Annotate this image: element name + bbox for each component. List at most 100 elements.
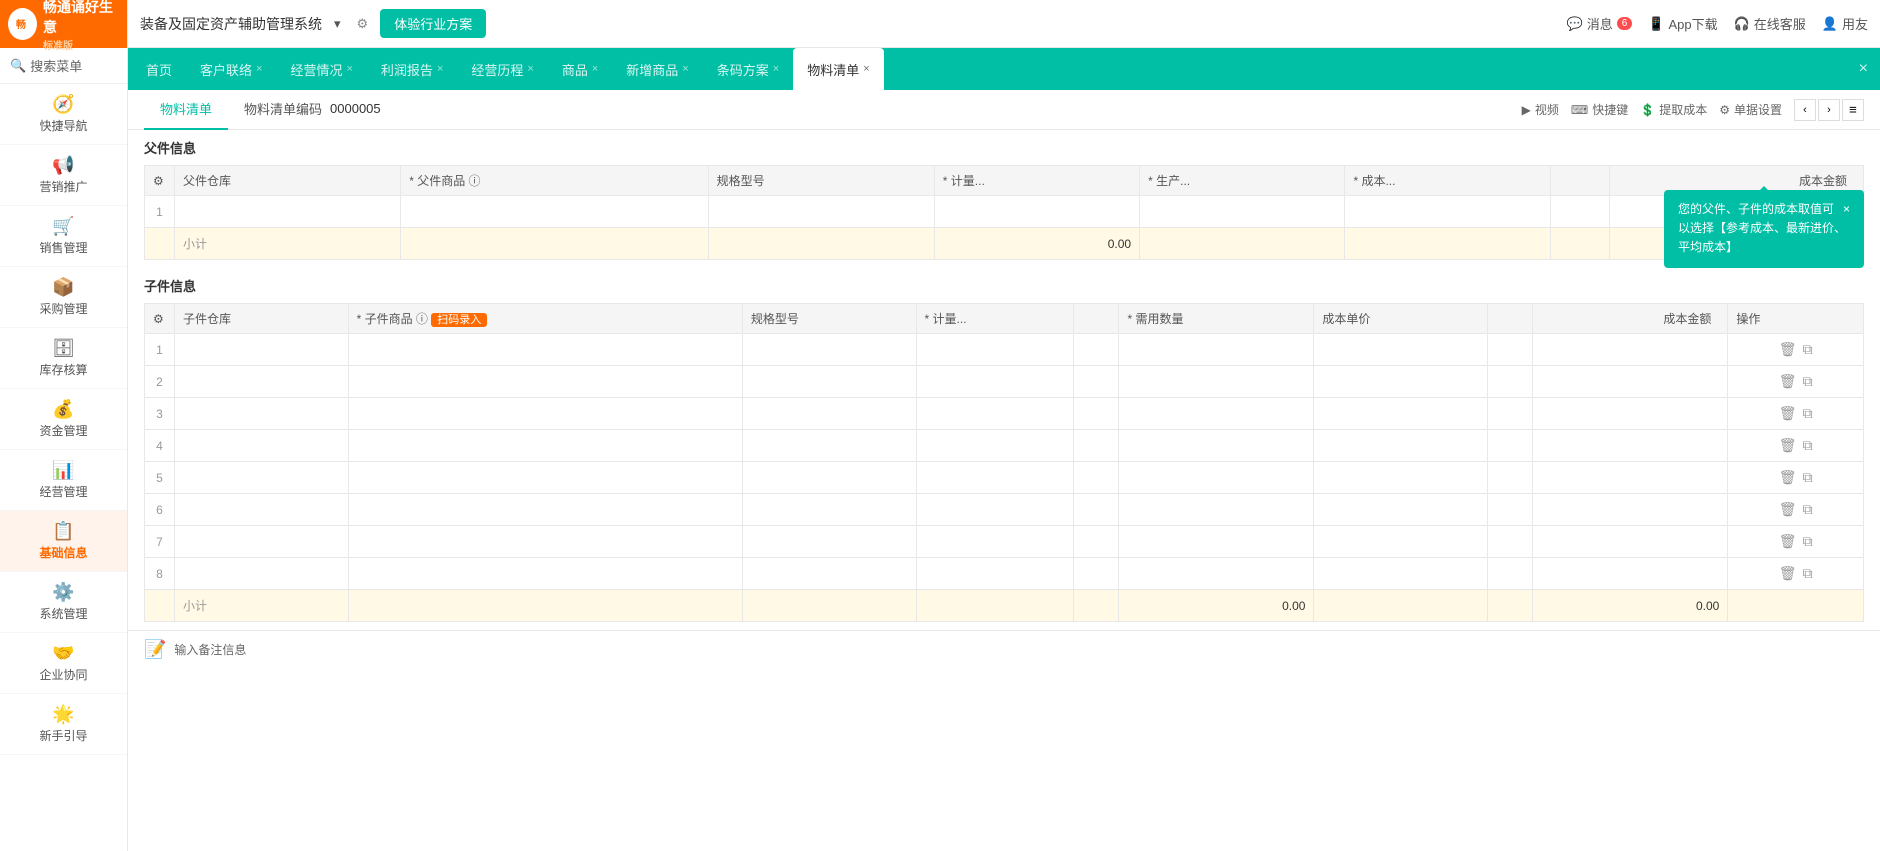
child-row-7-copy-icon[interactable]: ⧉ <box>1803 533 1813 550</box>
sidebar-item-basic-info[interactable]: 📋 基础信息 <box>0 511 127 572</box>
tab-goods[interactable]: 商品 × <box>548 48 612 90</box>
tab-operation-history[interactable]: 经营历程 × <box>457 48 547 90</box>
parent-row-1-production[interactable] <box>1140 196 1345 228</box>
parent-row-1-spec[interactable] <box>708 196 934 228</box>
view-button[interactable]: ▶ 视频 <box>1522 101 1559 118</box>
settings-button[interactable]: ⚙ 单据设置 <box>1719 101 1782 118</box>
nav-grid-btn[interactable]: ≡ <box>1842 99 1864 121</box>
child-row-4-copy-icon[interactable]: ⧉ <box>1803 437 1813 454</box>
sidebar-item-system[interactable]: ⚙️ 系统管理 <box>0 572 127 633</box>
search-menu[interactable]: 🔍 搜索菜单 <box>0 48 127 84</box>
scan-badge[interactable]: 扫码录入 <box>431 313 487 327</box>
parent-col-production: * 生产... <box>1140 166 1345 196</box>
close-goods-tab[interactable]: × <box>592 63 598 75</box>
app-download-label: App下载 <box>1668 14 1717 33</box>
parent-subtotal-row: 小计 0.00 0.00 <box>145 228 1864 260</box>
sidebar-item-label: 资金管理 <box>39 422 87 439</box>
sidebar-item-guide[interactable]: 🌟 新手引导 <box>0 694 127 755</box>
tab-bom[interactable]: 物料清单 × <box>793 48 883 90</box>
child-row-5-copy-icon[interactable]: ⧉ <box>1803 469 1813 486</box>
child-row-3-copy-icon[interactable]: ⧉ <box>1803 405 1813 422</box>
child-row-5-delete-icon[interactable]: 🗑 <box>1779 469 1797 486</box>
tab-profit[interactable]: 利润报告 × <box>367 48 457 90</box>
child-row-8-copy-icon[interactable]: ⧉ <box>1803 565 1813 582</box>
tab-add-goods[interactable]: 新增商品 × <box>612 48 702 90</box>
tab-customers[interactable]: 客户联络 × <box>186 48 276 90</box>
sidebar-item-sales[interactable]: 🛒 销售管理 <box>0 206 127 267</box>
child-row-1-qty[interactable] <box>1119 334 1314 366</box>
cost-button[interactable]: 💲 提取成本 <box>1640 101 1707 118</box>
nav-next-btn[interactable]: › <box>1818 99 1840 121</box>
sidebar-item-inventory[interactable]: 🗄 库存核算 <box>0 328 127 389</box>
child-row-1-warehouse[interactable] <box>175 334 349 366</box>
child-row-4-delete-icon[interactable]: 🗑 <box>1779 437 1797 454</box>
close-all-tabs[interactable]: × <box>1851 60 1876 78</box>
child-row-7-delete-icon[interactable]: 🗑 <box>1779 533 1797 550</box>
close-profit-tab[interactable]: × <box>437 63 443 75</box>
parent-info-section: 父件信息 ⚙ 父件仓库 * 父件商品 ⓘ 规格型号 * 计量... * 生产..… <box>128 130 1880 268</box>
nav-prev-btn[interactable]: ‹ <box>1794 99 1816 121</box>
svg-text:畅: 畅 <box>16 18 26 31</box>
parent-col-settings[interactable]: ⚙ <box>145 166 175 196</box>
remark-hint[interactable]: 输入备注信息 <box>174 641 246 658</box>
parent-subtotal-c1 <box>401 228 708 260</box>
child-row-2-copy-icon[interactable]: ⧉ <box>1803 373 1813 390</box>
sidebar-item-label: 销售管理 <box>39 239 87 256</box>
parent-row-1-unit[interactable] <box>934 196 1139 228</box>
close-bom-tab[interactable]: × <box>863 63 869 75</box>
sidebar-item-label: 新手引导 <box>39 727 87 744</box>
parent-row-1-goods[interactable] <box>401 196 708 228</box>
child-row-1-delete-icon[interactable]: 🗑 <box>1779 341 1797 358</box>
sidebar-item-operation[interactable]: 📊 经营管理 <box>0 450 127 511</box>
parent-row-1-warehouse[interactable] <box>175 196 401 228</box>
child-row-8-delete-icon[interactable]: 🗑 <box>1779 565 1797 582</box>
sidebar-item-enterprise[interactable]: 🤝 企业协同 <box>0 633 127 694</box>
settings-icon[interactable]: ⚙ <box>357 16 369 32</box>
close-add-goods-tab[interactable]: × <box>682 63 688 75</box>
subtab-bom-code[interactable]: 物料清单编码 0000005 <box>228 90 397 130</box>
shortcut-icon: ⌨ <box>1571 103 1588 117</box>
child-col-settings[interactable]: ⚙ <box>145 304 175 334</box>
child-row-1-unit[interactable] <box>916 334 1074 366</box>
bom-code-value: 0000005 <box>330 101 381 116</box>
close-barcode-tab[interactable]: × <box>773 63 779 75</box>
subtab-bom-list[interactable]: 物料清单 <box>144 90 228 130</box>
content-area: 物料清单 物料清单编码 0000005 ▶ 视频 ⌨ 快捷键 💲 提取成本 <box>128 90 1880 851</box>
sidebar-item-finance[interactable]: 💰 资金管理 <box>0 389 127 450</box>
parent-row-1-sort <box>1550 196 1609 228</box>
child-col-unit: * 计量... <box>916 304 1074 334</box>
close-customers-tab[interactable]: × <box>256 63 262 75</box>
child-row-1-unit-cost[interactable] <box>1314 334 1488 366</box>
child-row-2-delete-icon[interactable]: 🗑 <box>1779 373 1797 390</box>
user-icon: 👤 <box>1822 16 1838 32</box>
online-service-label: 在线客服 <box>1754 14 1806 33</box>
tab-operation-status[interactable]: 经营情况 × <box>276 48 366 90</box>
message-button[interactable]: 💬 消息 6 <box>1567 14 1633 33</box>
app-download-button[interactable]: 📱 App下载 <box>1648 14 1717 33</box>
close-operation-status-tab[interactable]: × <box>346 63 352 75</box>
parent-subtotal-c4 <box>1345 228 1550 260</box>
close-history-tab[interactable]: × <box>527 63 533 75</box>
child-row-1-copy-icon[interactable]: ⧉ <box>1803 341 1813 358</box>
system-dropdown[interactable]: ▾ <box>334 16 341 32</box>
child-col-sort2 <box>1488 304 1533 334</box>
child-row-6-delete-icon[interactable]: 🗑 <box>1779 501 1797 518</box>
tooltip-close-btn[interactable]: × <box>1843 200 1850 219</box>
tab-home[interactable]: 首页 <box>132 48 186 90</box>
subtabs: 物料清单 物料清单编码 0000005 ▶ 视频 ⌨ 快捷键 💲 提取成本 <box>128 90 1880 130</box>
user-button[interactable]: 👤 用友 <box>1822 14 1868 33</box>
parent-col-goods: * 父件商品 ⓘ <box>401 166 708 196</box>
child-row-1-spec[interactable] <box>742 334 916 366</box>
parent-row-1-cost[interactable] <box>1345 196 1550 228</box>
sidebar-item-purchase[interactable]: 📦 采购管理 <box>0 267 127 328</box>
shortcut-button[interactable]: ⌨ 快捷键 <box>1571 101 1628 118</box>
child-row-6-copy-icon[interactable]: ⧉ <box>1803 501 1813 518</box>
child-row-3-delete-icon[interactable]: 🗑 <box>1779 405 1797 422</box>
sidebar-item-label: 库存核算 <box>39 361 87 378</box>
sidebar-item-quick-nav[interactable]: 🧭 快捷导航 <box>0 84 127 145</box>
tab-barcode[interactable]: 条码方案 × <box>703 48 793 90</box>
child-row-1-goods[interactable] <box>348 334 742 366</box>
trial-button[interactable]: 体验行业方案 <box>380 9 486 38</box>
sidebar-item-marketing[interactable]: 📢 营销推广 <box>0 145 127 206</box>
online-service-button[interactable]: 🎧 在线客服 <box>1734 14 1806 33</box>
